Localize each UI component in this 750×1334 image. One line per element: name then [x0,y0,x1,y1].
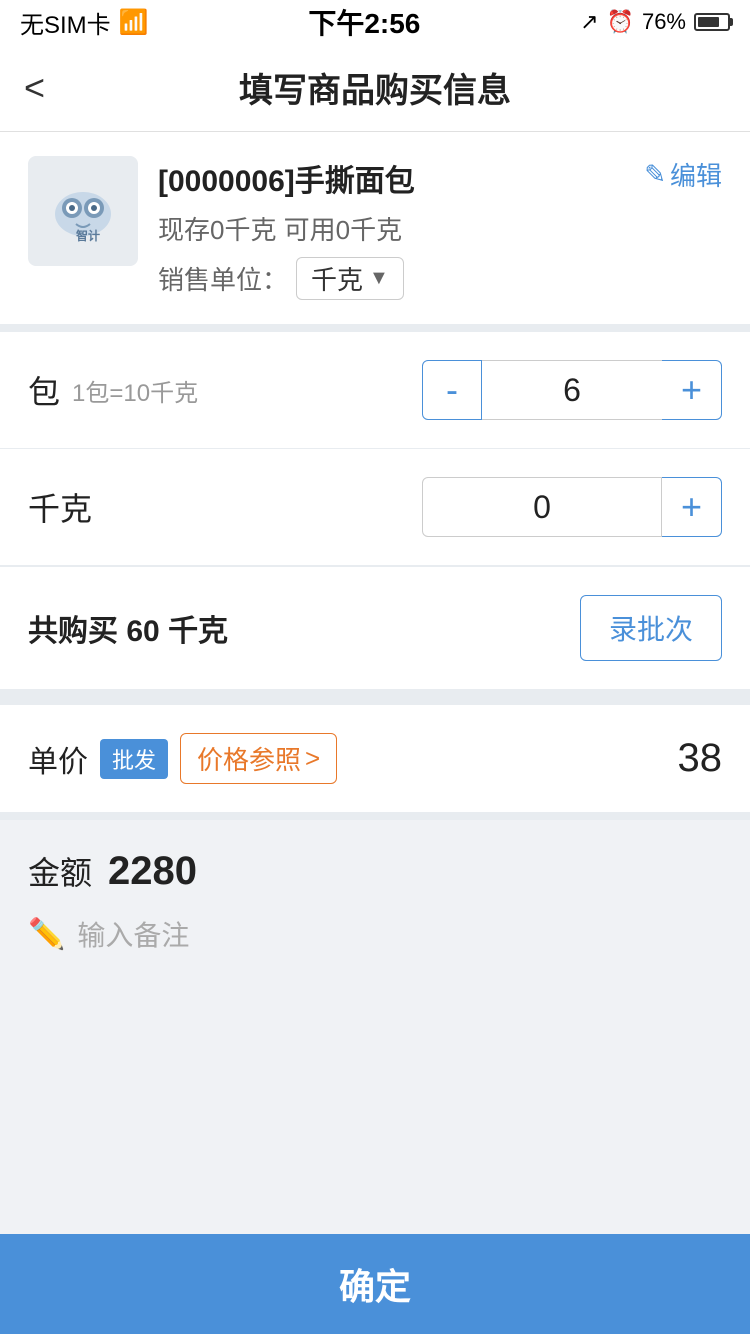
chevron-right-icon: > [305,743,320,774]
product-card: 智计 [0000006]手撕面包 现存0千克 可用0千克 销售单位： 千克 ▼ … [0,132,750,332]
bao-sublabel: 1包=10千克 [72,373,422,408]
unit-selector[interactable]: 千克 ▼ [296,257,404,300]
summary-row: 共购买 60 千克 录批次 [0,566,750,689]
chevron-down-icon: ▼ [369,267,389,290]
bao-controls: - + [422,360,722,420]
price-label: 单价 [28,737,88,781]
edit-icon: ✎ [644,159,666,190]
product-stock: 现存0千克 可用0千克 [158,210,624,247]
price-badge: 批发 [100,739,168,779]
kg-controls: + [422,477,722,537]
spacer [0,964,750,1234]
price-section: 单价 批发 价格参照 > 38 [0,705,750,820]
alarm-icon: ⏰ [607,9,634,35]
product-name: [0000006]手撕面包 [158,156,624,200]
amount-row: 金额 2280 [28,848,722,894]
summary-qty: 60 [126,615,159,648]
status-left: 无SIM卡 📶 [20,5,149,40]
battery-pct: 76% [642,9,686,35]
bao-plus-button[interactable]: + [662,360,722,420]
status-right: ↗ ⏰ 76% [580,9,730,35]
bao-label: 包 [28,367,60,413]
quantity-section: 包 1包=10千克 - + 千克 + 共购买 60 千克 录批次 [0,332,750,689]
batch-button[interactable]: 录批次 [580,595,722,661]
pencil-icon: ✏️ [28,917,65,952]
battery-icon [694,13,730,31]
kg-input[interactable] [422,477,662,537]
section-divider-1 [0,689,750,705]
summary-text: 共购买 60 千克 [28,606,580,650]
carrier-text: 无SIM卡 [20,5,111,40]
amount-label: 金额 [28,848,92,894]
summary-unit: 千克 [168,615,228,648]
product-unit: 销售单位： 千克 ▼ [158,257,624,300]
price-ref-label: 价格参照 [197,740,301,777]
price-ref-button[interactable]: 价格参照 > [180,733,337,784]
status-bar: 无SIM卡 📶 下午2:56 ↗ ⏰ 76% [0,0,750,44]
wifi-icon: 📶 [119,8,149,37]
page-title: 填写商品购买信息 [239,63,511,112]
page-header: < 填写商品购买信息 [0,44,750,132]
unit-label: 销售单位： [158,260,288,297]
note-placeholder: 输入备注 [77,914,189,954]
location-icon: ↗ [580,9,598,35]
summary-prefix: 共购买 [28,615,118,648]
kg-label: 千克 [28,484,92,530]
product-card-right: ✎ 编辑 [644,156,722,193]
svg-text:智计: 智计 [75,228,100,243]
content-area: 智计 [0000006]手撕面包 现存0千克 可用0千克 销售单位： 千克 ▼ … [0,132,750,1234]
amount-section: 金额 2280 ✏️ 输入备注 [0,820,750,964]
confirm-button-label: 确定 [339,1258,411,1310]
back-button[interactable]: < [24,67,45,109]
kg-plus-button[interactable]: + [662,477,722,537]
bao-quantity-row: 包 1包=10千克 - + [0,332,750,449]
status-time: 下午2:56 [308,2,420,42]
unit-value: 千克 [311,260,363,297]
confirm-bar[interactable]: 确定 [0,1234,750,1334]
edit-label: 编辑 [670,156,722,193]
product-info: [0000006]手撕面包 现存0千克 可用0千克 销售单位： 千克 ▼ [158,156,624,300]
product-thumbnail: 智计 [28,156,138,266]
bao-input[interactable] [482,360,662,420]
price-value: 38 [678,736,723,781]
amount-value: 2280 [108,849,197,894]
note-row[interactable]: ✏️ 输入备注 [28,914,722,954]
edit-button[interactable]: ✎ 编辑 [644,156,722,193]
kg-quantity-row: 千克 + [0,449,750,566]
bao-minus-button[interactable]: - [422,360,482,420]
